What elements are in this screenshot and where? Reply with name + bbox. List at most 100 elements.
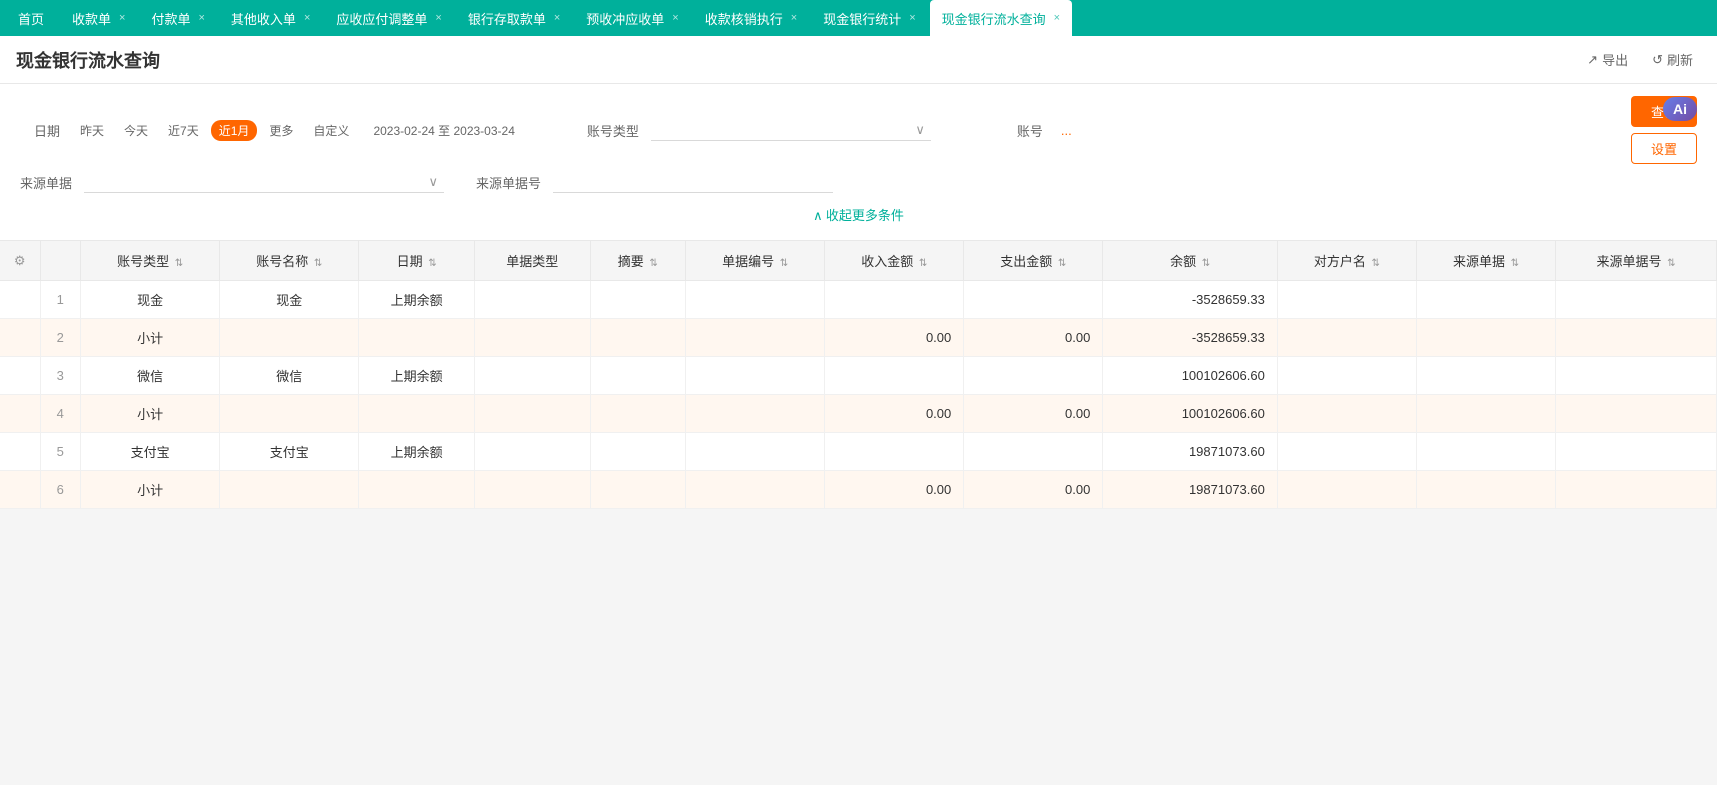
col-account-name[interactable]: 账号名称 ⇅: [220, 241, 359, 281]
source-doc-select[interactable]: ∨: [84, 172, 444, 193]
account-type-arrow-icon: ∨: [915, 122, 925, 138]
table-cell: 0.00: [964, 319, 1103, 357]
col-balance[interactable]: 余额 ⇅: [1103, 241, 1278, 281]
filter-row-1: 日期 昨天 今天 近7天 近1月 更多 自定义 2023-02-24 至 202…: [20, 96, 1697, 164]
collapse-bar[interactable]: ∧ 收起更多条件: [20, 201, 1697, 228]
table-cell: [590, 319, 686, 357]
table-cell: [1556, 433, 1717, 471]
table-cell: [0, 281, 40, 319]
table-cell: [825, 433, 964, 471]
setting-button[interactable]: 设置: [1631, 133, 1697, 164]
table-row: 2小计0.000.00-3528659.33: [0, 319, 1717, 357]
table-row: 5支付宝支付宝上期余额19871073.60: [0, 433, 1717, 471]
table-header-row: ⚙ 账号类型 ⇅ 账号名称 ⇅ 日期 ⇅ 单据类型 摘要 ⇅ 单据编号 ⇅ 收入…: [0, 241, 1717, 281]
col-account-type[interactable]: 账号类型 ⇅: [81, 241, 220, 281]
col-source-doc[interactable]: 来源单据 ⇅: [1416, 241, 1555, 281]
nav-tab-3[interactable]: 应收应付调整单 ×: [324, 0, 453, 36]
table-cell: [1277, 357, 1416, 395]
table-cell: 0.00: [825, 319, 964, 357]
nav-tab-1[interactable]: 付款单 ×: [139, 0, 216, 36]
account-type-select[interactable]: ∨: [651, 120, 931, 141]
nav-tab-label-0: 收款单: [72, 9, 111, 28]
table-cell: 小计: [81, 319, 220, 357]
date-opt-more[interactable]: 更多: [261, 120, 301, 141]
table-cell: 现金: [220, 281, 359, 319]
nav-tab-close-1[interactable]: ×: [198, 12, 204, 24]
table-cell: [1416, 471, 1555, 509]
table-cell: 100102606.60: [1103, 395, 1278, 433]
table-cell: [686, 433, 825, 471]
table-cell: [474, 395, 590, 433]
table-cell: [590, 357, 686, 395]
col-expense[interactable]: 支出金额 ⇅: [964, 241, 1103, 281]
table-cell: 3: [40, 357, 81, 395]
table-cell: [1556, 281, 1717, 319]
table-row: 6小计0.000.0019871073.60: [0, 471, 1717, 509]
col-date[interactable]: 日期 ⇅: [359, 241, 475, 281]
export-button[interactable]: ↗ 导出: [1579, 46, 1636, 73]
nav-tab-close-2[interactable]: ×: [304, 12, 310, 24]
table-row: 1现金现金上期余额-3528659.33: [0, 281, 1717, 319]
table-cell: 1: [40, 281, 81, 319]
refresh-label: 刷新: [1667, 50, 1693, 69]
table-cell: [1556, 357, 1717, 395]
page-header: 现金银行流水查询 ↗ 导出 ↺ 刷新: [0, 36, 1717, 84]
nav-tab-close-4[interactable]: ×: [554, 12, 560, 24]
table-container: ⚙ 账号类型 ⇅ 账号名称 ⇅ 日期 ⇅ 单据类型 摘要 ⇅ 单据编号 ⇅ 收入…: [0, 241, 1717, 509]
table-cell: [474, 319, 590, 357]
source-doc-num-input[interactable]: [553, 173, 833, 193]
nav-tab-close-3[interactable]: ×: [435, 12, 441, 24]
nav-tab-6[interactable]: 收款核销执行 ×: [693, 0, 809, 36]
nav-tab-label-4: 银行存取款单: [468, 9, 546, 28]
table-cell: [359, 395, 475, 433]
col-doc-no[interactable]: 单据编号 ⇅: [686, 241, 825, 281]
col-summary[interactable]: 摘要 ⇅: [590, 241, 686, 281]
refresh-button[interactable]: ↺ 刷新: [1644, 46, 1701, 73]
table-cell: 0.00: [964, 471, 1103, 509]
table-row: 3微信微信上期余额100102606.60: [0, 357, 1717, 395]
table-cell: [474, 433, 590, 471]
data-table: ⚙ 账号类型 ⇅ 账号名称 ⇅ 日期 ⇅ 单据类型 摘要 ⇅ 单据编号 ⇅ 收入…: [0, 241, 1717, 509]
nav-tab-0[interactable]: 收款单 ×: [60, 0, 137, 36]
date-opt-7days[interactable]: 近7天: [160, 120, 207, 141]
nav-tab-4[interactable]: 银行存取款单 ×: [456, 0, 572, 36]
page-title: 现金银行流水查询: [16, 47, 160, 73]
table-cell: [1277, 471, 1416, 509]
table-cell: [1277, 281, 1416, 319]
table-cell: [964, 433, 1103, 471]
date-opt-1month[interactable]: 近1月: [211, 120, 258, 141]
date-opt-today[interactable]: 今天: [116, 120, 156, 141]
table-cell: 上期余额: [359, 357, 475, 395]
nav-tab-8[interactable]: 现金银行流水查询 ×: [930, 0, 1072, 36]
table-cell: 0.00: [964, 395, 1103, 433]
table-cell: -3528659.33: [1103, 319, 1278, 357]
col-settings[interactable]: ⚙: [0, 241, 40, 281]
col-doc-type: 单据类型: [474, 241, 590, 281]
date-opt-yesterday[interactable]: 昨天: [72, 120, 112, 141]
nav-tab-close-0[interactable]: ×: [119, 12, 125, 24]
header-actions: ↗ 导出 ↺ 刷新: [1579, 46, 1701, 73]
table-cell: 2: [40, 319, 81, 357]
nav-tab-close-7[interactable]: ×: [909, 12, 915, 24]
ai-badge[interactable]: Ai: [1663, 97, 1697, 121]
nav-tab-label-8: 现金银行流水查询: [942, 9, 1046, 28]
col-source-doc-no[interactable]: 来源单据号 ⇅: [1556, 241, 1717, 281]
col-income[interactable]: 收入金额 ⇅: [825, 241, 964, 281]
nav-tab-5[interactable]: 预收冲应收单 ×: [574, 0, 690, 36]
col-counterparty[interactable]: 对方户名 ⇅: [1277, 241, 1416, 281]
nav-tab-2[interactable]: 其他收入单 ×: [219, 0, 322, 36]
nav-tab-7[interactable]: 现金银行统计 ×: [811, 0, 927, 36]
table-cell: [1277, 433, 1416, 471]
account-ellipsis-button[interactable]: ...: [1055, 121, 1078, 140]
refresh-icon: ↺: [1652, 52, 1663, 68]
filter-row-2: 来源单据 ∨ 来源单据号: [20, 172, 1697, 193]
table-cell: [825, 281, 964, 319]
table-cell: [220, 319, 359, 357]
nav-tab-close-5[interactable]: ×: [672, 12, 678, 24]
date-opt-custom[interactable]: 自定义: [305, 120, 357, 141]
nav-tab-close-8[interactable]: ×: [1054, 12, 1060, 24]
table-cell: [1416, 281, 1555, 319]
nav-home[interactable]: 首页: [4, 9, 58, 28]
source-doc-num-label: 来源单据号: [476, 173, 541, 192]
nav-tab-close-6[interactable]: ×: [791, 12, 797, 24]
